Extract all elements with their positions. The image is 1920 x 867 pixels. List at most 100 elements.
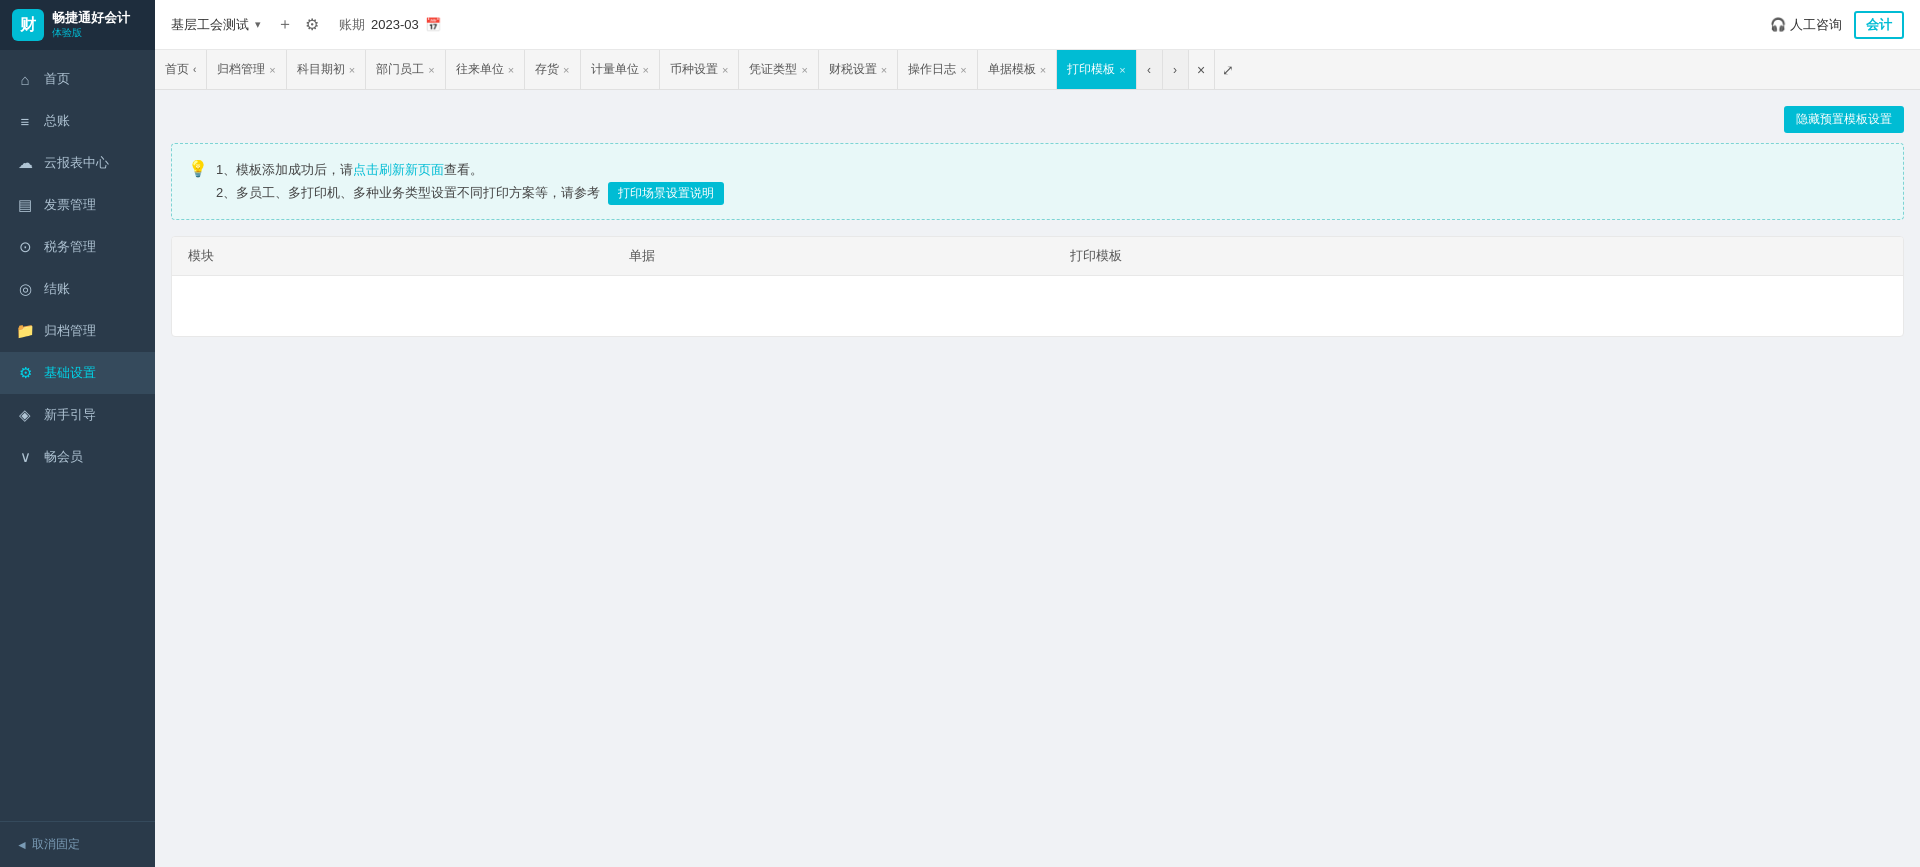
logo-text: 畅捷通好会计 体验版 xyxy=(52,10,130,41)
arrow-icon: ◄ xyxy=(16,838,28,852)
human-service-label: 人工咨询 xyxy=(1790,16,1842,34)
sidebar-label-ledger: 总账 xyxy=(44,112,70,130)
tab-subject-init[interactable]: 科目期初 × xyxy=(287,50,366,89)
content-area: 隐藏预置模板设置 💡 1、模板添加成功后，请点击刷新新页面查看。 2、多员工、多… xyxy=(155,90,1920,867)
sidebar-item-settings[interactable]: ⚙ 基础设置 xyxy=(0,352,155,394)
data-table: 模块 单据 打印模板 xyxy=(171,236,1904,337)
period-info: 账期 2023-03 📅 xyxy=(339,16,441,34)
tab-print-close-icon[interactable]: × xyxy=(1119,64,1125,76)
tab-currency[interactable]: 币种设置 × xyxy=(660,50,739,89)
sidebar-label-reports: 云报表中心 xyxy=(44,154,109,172)
tab-prev-button[interactable]: ‹ xyxy=(1137,50,1163,89)
settle-icon: ◎ xyxy=(16,280,34,298)
sidebar-item-archive[interactable]: 📁 归档管理 xyxy=(0,310,155,352)
account-button[interactable]: 会计 xyxy=(1854,11,1904,39)
project-selector[interactable]: 基层工会测试 ▾ xyxy=(171,16,261,34)
tab-inventory-label: 存货 xyxy=(535,61,559,78)
tab-department-close-icon[interactable]: × xyxy=(428,64,434,76)
tab-department[interactable]: 部门员工 × xyxy=(366,50,445,89)
notice-row: 💡 1、模板添加成功后，请点击刷新新页面查看。 2、多员工、多打印机、多种业务类… xyxy=(188,158,1887,205)
sidebar-label-settle: 结账 xyxy=(44,280,70,298)
tab-print-label: 打印模板 xyxy=(1067,61,1115,78)
tab-voucher-type[interactable]: 凭证类型 × xyxy=(739,50,818,89)
period-value: 2023-03 xyxy=(371,17,419,32)
tab-inventory-close-icon[interactable]: × xyxy=(563,64,569,76)
sidebar-item-home[interactable]: ⌂ 首页 xyxy=(0,58,155,100)
notice-box: 💡 1、模板添加成功后，请点击刷新新页面查看。 2、多员工、多打印机、多种业务类… xyxy=(171,143,1904,220)
refresh-page-link[interactable]: 点击刷新新页面 xyxy=(353,162,444,177)
notice-line1-prefix: 1、模板添加成功后，请 xyxy=(216,162,353,177)
member-icon: ∨ xyxy=(16,448,34,466)
tab-inventory[interactable]: 存货 × xyxy=(525,50,580,89)
tab-home[interactable]: 首页 ‹ xyxy=(155,50,207,89)
tax-icon: ⊙ xyxy=(16,238,34,256)
home-icon: ⌂ xyxy=(16,71,34,88)
tab-voucher-label: 凭证类型 xyxy=(749,61,797,78)
tab-bar: 首页 ‹ 归档管理 × 科目期初 × 部门员工 × 往来单位 × 存货 × 计量… xyxy=(155,50,1920,90)
sidebar-item-guide[interactable]: ◈ 新手引导 xyxy=(0,394,155,436)
sidebar-nav: ⌂ 首页 ≡ 总账 ☁ 云报表中心 ▤ 发票管理 ⊙ 税务管理 ◎ 结账 📁 归… xyxy=(0,50,155,821)
tab-unit-label: 计量单位 xyxy=(591,61,639,78)
human-service-button[interactable]: 🎧 人工咨询 xyxy=(1770,16,1842,34)
notice-text: 1、模板添加成功后，请点击刷新新页面查看。 2、多员工、多打印机、多种业务类型设… xyxy=(216,158,728,205)
sidebar-item-reports[interactable]: ☁ 云报表中心 xyxy=(0,142,155,184)
tab-archive[interactable]: 归档管理 × xyxy=(207,50,286,89)
col-module: 模块 xyxy=(172,237,613,275)
tab-voucher-close-icon[interactable]: × xyxy=(801,64,807,76)
add-button[interactable]: ＋ xyxy=(277,14,293,35)
unpin-label: 取消固定 xyxy=(32,836,80,853)
tab-tax-close-icon[interactable]: × xyxy=(881,64,887,76)
hide-preset-template-button[interactable]: 隐藏预置模板设置 xyxy=(1784,106,1904,133)
sidebar-label-member: 畅会员 xyxy=(44,448,83,466)
sidebar-item-member[interactable]: ∨ 畅会员 xyxy=(0,436,155,478)
tab-expand-button[interactable]: ⤢ xyxy=(1215,50,1241,89)
print-scene-button[interactable]: 打印场景设置说明 xyxy=(608,182,724,205)
page-content: 隐藏预置模板设置 💡 1、模板添加成功后，请点击刷新新页面查看。 2、多员工、多… xyxy=(155,90,1920,353)
sidebar-item-settle[interactable]: ◎ 结账 xyxy=(0,268,155,310)
sidebar-item-ledger[interactable]: ≡ 总账 xyxy=(0,100,155,142)
top-bar-actions: ＋ ⚙ xyxy=(277,14,319,35)
tab-contacts[interactable]: 往来单位 × xyxy=(446,50,525,89)
tab-operation-log[interactable]: 操作日志 × xyxy=(898,50,977,89)
tab-close-all-button[interactable]: × xyxy=(1189,50,1215,89)
bulb-icon: 💡 xyxy=(188,159,208,178)
tab-home-arrow-icon: ‹ xyxy=(193,64,196,75)
tab-subject-label: 科目期初 xyxy=(297,61,345,78)
tab-subject-close-icon[interactable]: × xyxy=(349,64,355,76)
tab-doc-close-icon[interactable]: × xyxy=(1040,64,1046,76)
settings-icon: ⚙ xyxy=(16,364,34,382)
tab-contacts-close-icon[interactable]: × xyxy=(508,64,514,76)
tab-currency-close-icon[interactable]: × xyxy=(722,64,728,76)
app-logo: 财 畅捷通好会计 体验版 xyxy=(0,0,155,50)
notice-line2: 2、多员工、多打印机、多种业务类型设置不同打印方案等，请参考 打印场景设置说明 xyxy=(216,181,728,205)
tab-document-template[interactable]: 单据模板 × xyxy=(978,50,1057,89)
action-bar: 隐藏预置模板设置 xyxy=(171,106,1904,133)
unpin-button[interactable]: ◄ 取消固定 xyxy=(0,821,155,867)
headset-icon: 🎧 xyxy=(1770,17,1786,32)
settings-cog-button[interactable]: ⚙ xyxy=(305,15,319,34)
tab-tax-label: 财税设置 xyxy=(829,61,877,78)
period-label: 账期 xyxy=(339,16,365,34)
calendar-icon[interactable]: 📅 xyxy=(425,17,441,32)
tab-next-button[interactable]: › xyxy=(1163,50,1189,89)
sidebar-item-tax[interactable]: ⊙ 税务管理 xyxy=(0,226,155,268)
tab-tax-settings[interactable]: 财税设置 × xyxy=(819,50,898,89)
reports-icon: ☁ xyxy=(16,154,34,172)
col-document: 单据 xyxy=(613,237,1054,275)
sidebar-label-invoice: 发票管理 xyxy=(44,196,96,214)
tab-home-label: 首页 xyxy=(165,61,189,78)
project-name: 基层工会测试 xyxy=(171,16,249,34)
tab-currency-label: 币种设置 xyxy=(670,61,718,78)
tab-archive-close-icon[interactable]: × xyxy=(269,64,275,76)
tab-print-template[interactable]: 打印模板 × xyxy=(1057,50,1136,89)
tab-unit-close-icon[interactable]: × xyxy=(643,64,649,76)
tab-unit[interactable]: 计量单位 × xyxy=(581,50,660,89)
tab-department-label: 部门员工 xyxy=(376,61,424,78)
sidebar-item-invoice[interactable]: ▤ 发票管理 xyxy=(0,184,155,226)
ledger-icon: ≡ xyxy=(16,113,34,130)
top-bar: 基层工会测试 ▾ ＋ ⚙ 账期 2023-03 📅 🎧 人工咨询 会计 xyxy=(155,0,1920,50)
tab-log-close-icon[interactable]: × xyxy=(960,64,966,76)
sidebar-label-home: 首页 xyxy=(44,70,70,88)
invoice-icon: ▤ xyxy=(16,196,34,214)
main-area: 基层工会测试 ▾ ＋ ⚙ 账期 2023-03 📅 🎧 人工咨询 会计 首页 ‹… xyxy=(155,0,1920,867)
